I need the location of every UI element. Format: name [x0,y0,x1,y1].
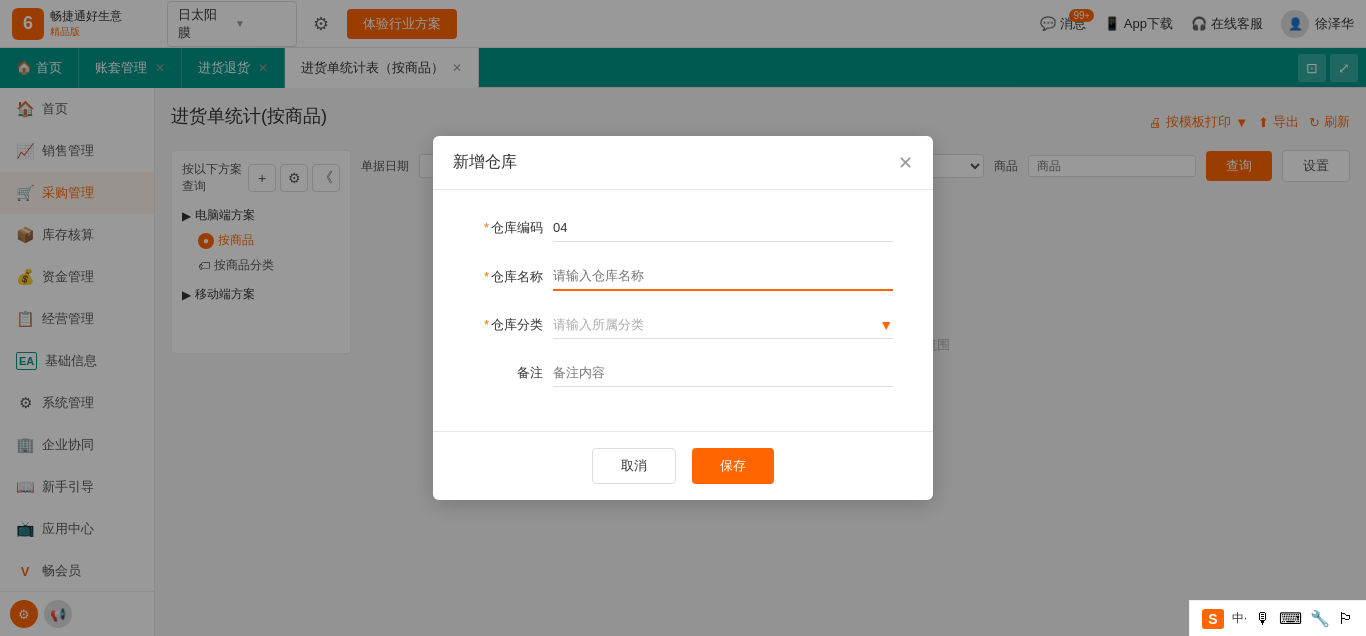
bottom-bar: S 中· 🎙 ⌨ 🔧 🏳 [1189,600,1366,636]
warehouse-code-input[interactable] [553,214,893,242]
required-star-2: * [484,269,489,284]
cancel-button[interactable]: 取消 [592,448,676,484]
warehouse-remark-row: 备注 [473,359,893,387]
keyboard-icon: ⌨ [1279,609,1302,628]
warehouse-category-wrap: 请输入所属分类 ▼ [553,311,893,339]
modal-overlay: 新增仓库 ✕ *仓库编码 *仓库名称 *仓库分类 [0,0,1366,636]
warehouse-remark-input[interactable] [553,359,893,387]
warehouse-code-row: *仓库编码 [473,214,893,242]
tool-icon: 🔧 [1310,609,1330,628]
warehouse-category-label: *仓库分类 [473,316,553,334]
new-warehouse-modal: 新增仓库 ✕ *仓库编码 *仓库名称 *仓库分类 [433,136,933,500]
brand-zh-label: 中· [1232,610,1247,627]
modal-header: 新增仓库 ✕ [433,136,933,190]
flag-icon: 🏳 [1338,610,1354,628]
warehouse-category-row: *仓库分类 请输入所属分类 ▼ [473,311,893,339]
required-star-1: * [484,220,489,235]
warehouse-name-input[interactable] [553,262,893,291]
warehouse-name-row: *仓库名称 [473,262,893,291]
warehouse-code-label: *仓库编码 [473,219,553,237]
warehouse-category-select[interactable]: 请输入所属分类 [553,311,893,339]
warehouse-remark-label: 备注 [473,364,553,382]
mic-icon: 🎙 [1255,610,1271,628]
required-star-3: * [484,317,489,332]
warehouse-name-label: *仓库名称 [473,268,553,286]
brand-s-icon: S [1202,609,1223,629]
modal-close-button[interactable]: ✕ [898,154,913,172]
modal-title: 新增仓库 [453,152,517,173]
modal-footer: 取消 保存 [433,431,933,500]
modal-body: *仓库编码 *仓库名称 *仓库分类 请输入所属分类 [433,190,933,431]
save-button[interactable]: 保存 [692,448,774,484]
